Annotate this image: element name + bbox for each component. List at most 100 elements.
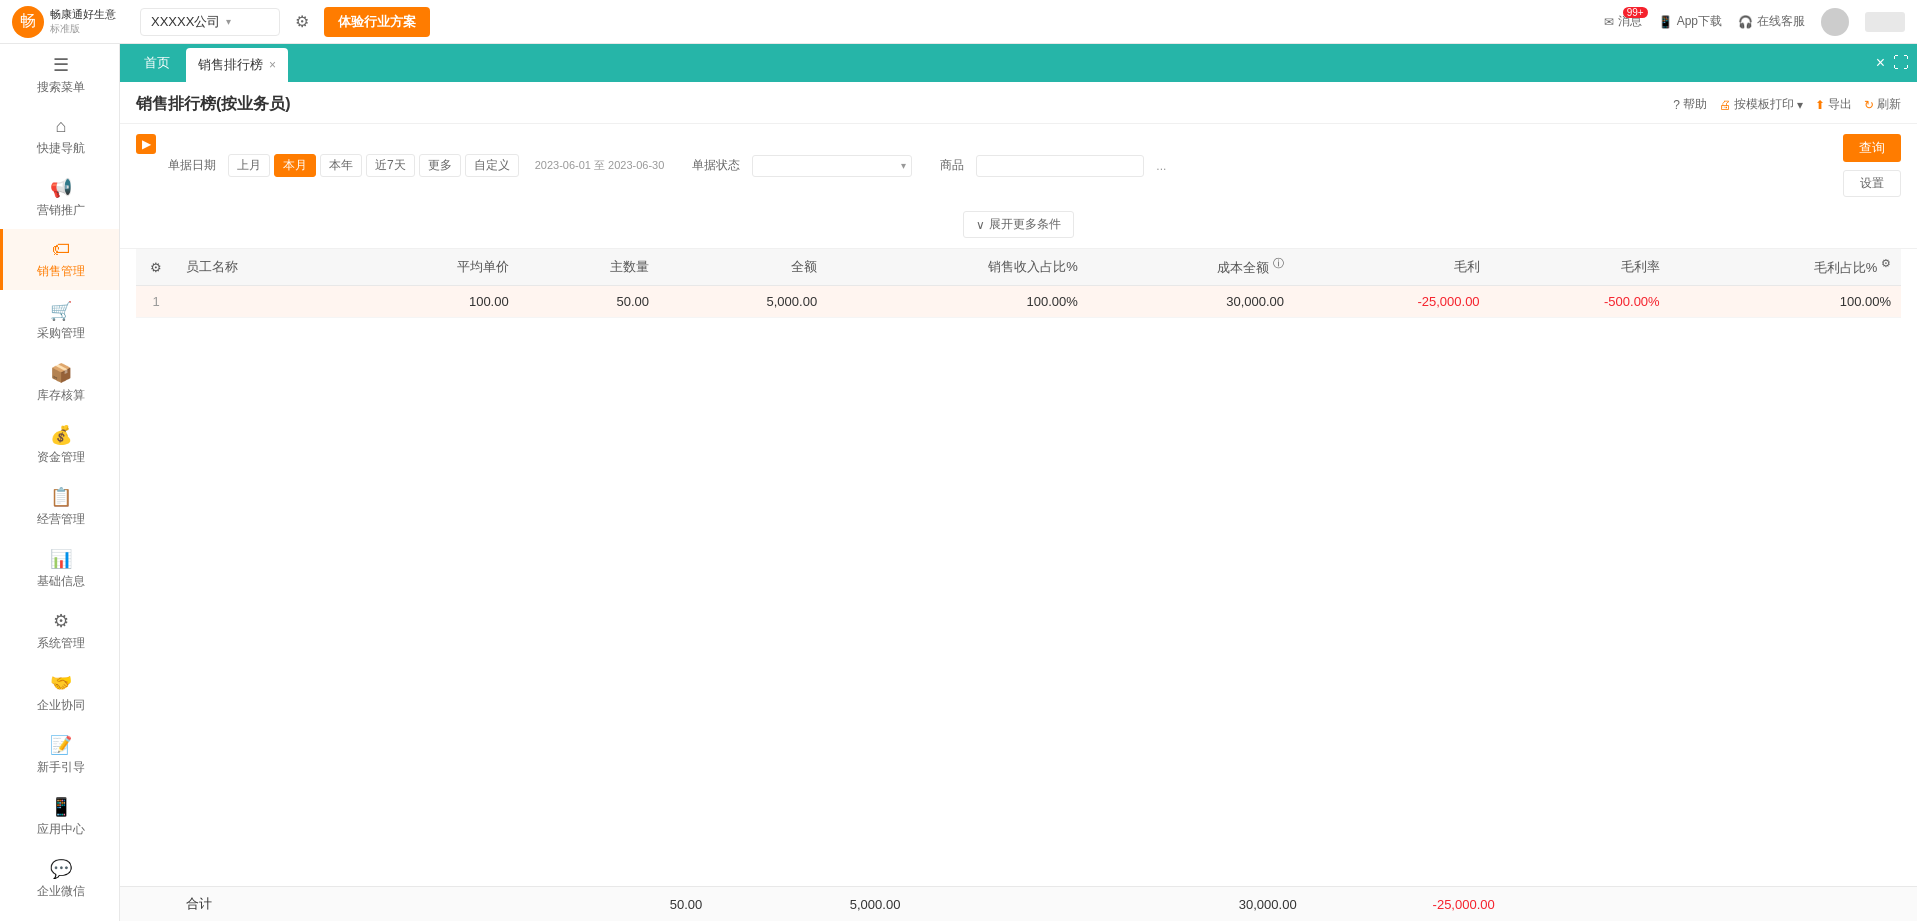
sidebar-item-enterprise-collab[interactable]: 🤝 企业协同 xyxy=(0,662,119,724)
date-btn-more[interactable]: 更多 xyxy=(419,154,461,177)
help-link[interactable]: ? 帮助 xyxy=(1673,96,1707,113)
col-gross-margin: 毛利率 xyxy=(1490,249,1670,286)
print-arrow-icon: ▾ xyxy=(1797,98,1803,112)
col-sales-pct: 销售收入占比% xyxy=(827,249,1088,286)
tab-close-button[interactable]: × xyxy=(1876,54,1885,72)
status-select[interactable] xyxy=(752,155,912,177)
refresh-link[interactable]: ↻ 刷新 xyxy=(1864,96,1901,113)
user-name xyxy=(1865,12,1905,32)
sidebar-item-vip-member[interactable]: V 畅会员 xyxy=(0,910,119,921)
new-guide-icon: 📝 xyxy=(50,734,72,756)
close-icon[interactable]: × xyxy=(269,58,276,72)
col-cost-amount: 成本全额 ⓘ xyxy=(1088,249,1294,286)
sidebar-item-label: 系统管理 xyxy=(37,635,85,652)
sidebar-item-label: 经营管理 xyxy=(37,511,85,528)
sidebar-item-finance[interactable]: 💰 资金管理 xyxy=(0,414,119,476)
message-btn[interactable]: ✉ 消息 99+ xyxy=(1604,13,1642,30)
sidebar-item-search-order[interactable]: ☰ 搜索菜单 xyxy=(0,44,119,106)
sidebar-item-label: 基础信息 xyxy=(37,573,85,590)
marketing-icon: 📢 xyxy=(50,177,72,199)
settings-button[interactable]: 设置 xyxy=(1843,170,1901,197)
sidebar-item-label: 快捷导航 xyxy=(37,140,85,157)
page-actions: ? 帮助 🖨 按模板打印 ▾ ⬆ 导出 ↻ 刷新 xyxy=(1673,96,1901,113)
avatar[interactable] xyxy=(1821,8,1849,36)
status-filter-label: 单据状态 xyxy=(692,157,740,174)
footer-main-qty: 50.00 xyxy=(504,897,702,912)
right-panel: 查询 设置 xyxy=(1843,134,1901,197)
content-area: 首页 销售排行榜 × × ⛶ 销售排行榜(按业务员) ? 帮助 xyxy=(120,44,1917,921)
footer-total-label: 合计 xyxy=(186,896,212,911)
sidebar-item-basic-info[interactable]: 📊 基础信息 xyxy=(0,538,119,600)
page-title: 销售排行榜(按业务员) xyxy=(136,94,291,115)
tab-sales-ranking[interactable]: 销售排行榜 × xyxy=(186,48,288,82)
settings-icon[interactable]: ⚙ xyxy=(288,8,316,36)
status-select-wrapper xyxy=(752,155,912,177)
expand-label: 展开更多条件 xyxy=(989,216,1061,233)
date-btn-current-year[interactable]: 本年 xyxy=(320,154,362,177)
sidebar-item-label: 企业协同 xyxy=(37,697,85,714)
quick-nav-icon: ⌂ xyxy=(56,116,67,137)
top-bar: 畅 畅康通好生意 标准版 XXXXX公司 ▾ ⚙ 体验行业方案 ✉ 消息 99+… xyxy=(0,0,1917,44)
expand-conditions-btn[interactable]: ∨ 展开更多条件 xyxy=(963,211,1074,238)
col-avg-price: 平均单价 xyxy=(347,249,518,286)
search-order-icon: ☰ xyxy=(53,54,69,76)
main-layout: ☰ 搜索菜单 ⌂ 快捷导航 📢 营销推广 🏷 销售管理 🛒 采购管理 📦 库存核… xyxy=(0,44,1917,921)
sidebar-item-marketing[interactable]: 📢 营销推广 xyxy=(0,167,119,229)
date-btn-custom[interactable]: 自定义 xyxy=(465,154,519,177)
page-content: 销售排行榜(按业务员) ? 帮助 🖨 按模板打印 ▾ ⬆ 导出 xyxy=(120,82,1917,921)
sidebar-item-new-guide[interactable]: 📝 新手引导 xyxy=(0,724,119,786)
download-icon: 📱 xyxy=(1658,15,1673,29)
company-selector[interactable]: XXXXX公司 ▾ xyxy=(140,8,280,36)
col-settings: ⚙ xyxy=(136,249,176,286)
footer-amount: 5,000.00 xyxy=(702,897,900,912)
cell-gross-margin: -500.00% xyxy=(1490,286,1670,318)
goods-input[interactable] xyxy=(976,155,1144,177)
app-download-btn[interactable]: 📱 App下载 xyxy=(1658,13,1722,30)
trial-button[interactable]: 体验行业方案 xyxy=(324,7,430,37)
footer-gross-profit: -25,000.00 xyxy=(1297,897,1495,912)
logo-text: 畅康通好生意 xyxy=(50,7,116,21)
sidebar-item-enterprise-wechat[interactable]: 💬 企业微信 xyxy=(0,848,119,910)
company-name: XXXXX公司 xyxy=(151,13,220,31)
cell-main-qty: 50.00 xyxy=(519,286,659,318)
cell-sales-pct: 100.00% xyxy=(827,286,1088,318)
date-btn-current-month[interactable]: 本月 xyxy=(274,154,316,177)
cell-rank: 1 xyxy=(136,286,176,318)
cell-gross-profit: -25,000.00 xyxy=(1294,286,1490,318)
sidebar-item-sys-mgmt[interactable]: ⚙ 系统管理 xyxy=(0,600,119,662)
more-filter-link[interactable]: ... xyxy=(1156,159,1166,173)
sidebar-item-app-center[interactable]: 📱 应用中心 xyxy=(0,786,119,848)
goods-filter-label: 商品 xyxy=(940,157,964,174)
sidebar-item-purchase-mgmt[interactable]: 🛒 采购管理 xyxy=(0,290,119,352)
table-row: 1 100.00 50.00 5,000.00 100.00% 30,000.0… xyxy=(136,286,1901,318)
sidebar-item-quick-nav[interactable]: ⌂ 快捷导航 xyxy=(0,106,119,167)
logo-sub: 标准版 xyxy=(50,22,116,36)
cell-name xyxy=(176,286,347,318)
message-icon: ✉ xyxy=(1604,15,1614,29)
sidebar-item-label: 库存核算 xyxy=(37,387,85,404)
sales-mgmt-icon: 🏷 xyxy=(52,239,70,260)
print-link[interactable]: 🖨 按模板打印 ▾ xyxy=(1719,96,1803,113)
tab-bar-right: × ⛶ xyxy=(1876,54,1909,72)
sidebar-item-ops-mgmt[interactable]: 📋 经营管理 xyxy=(0,476,119,538)
query-button[interactable]: 查询 xyxy=(1843,134,1901,162)
sidebar-item-label: 应用中心 xyxy=(37,821,85,838)
col-name: 员工名称 xyxy=(176,249,347,286)
table-area: ⚙ 员工名称 平均单价 主数量 全额 销售收入占比% 成本全额 ⓘ 毛利 毛利率… xyxy=(120,249,1917,886)
inventory-icon: 📦 xyxy=(50,362,72,384)
date-btn-7days[interactable]: 近7天 xyxy=(366,154,415,177)
filter-toggle[interactable]: ▶ xyxy=(136,134,156,154)
print-icon: 🖨 xyxy=(1719,98,1731,112)
export-link[interactable]: ⬆ 导出 xyxy=(1815,96,1852,113)
headset-icon: 🎧 xyxy=(1738,15,1753,29)
sidebar-item-sales-mgmt[interactable]: 🏷 销售管理 xyxy=(0,229,119,290)
ops-mgmt-icon: 📋 xyxy=(50,486,72,508)
date-btn-prev-month[interactable]: 上月 xyxy=(228,154,270,177)
tab-fullscreen-button[interactable]: ⛶ xyxy=(1893,54,1909,72)
logo-icon: 畅 xyxy=(12,6,44,38)
expand-icon: ∨ xyxy=(976,218,985,232)
tab-home[interactable]: 首页 xyxy=(128,44,186,82)
online-service-btn[interactable]: 🎧 在线客服 xyxy=(1738,13,1805,30)
logo-area: 畅 畅康通好生意 标准版 xyxy=(12,6,132,38)
sidebar-item-inventory[interactable]: 📦 库存核算 xyxy=(0,352,119,414)
